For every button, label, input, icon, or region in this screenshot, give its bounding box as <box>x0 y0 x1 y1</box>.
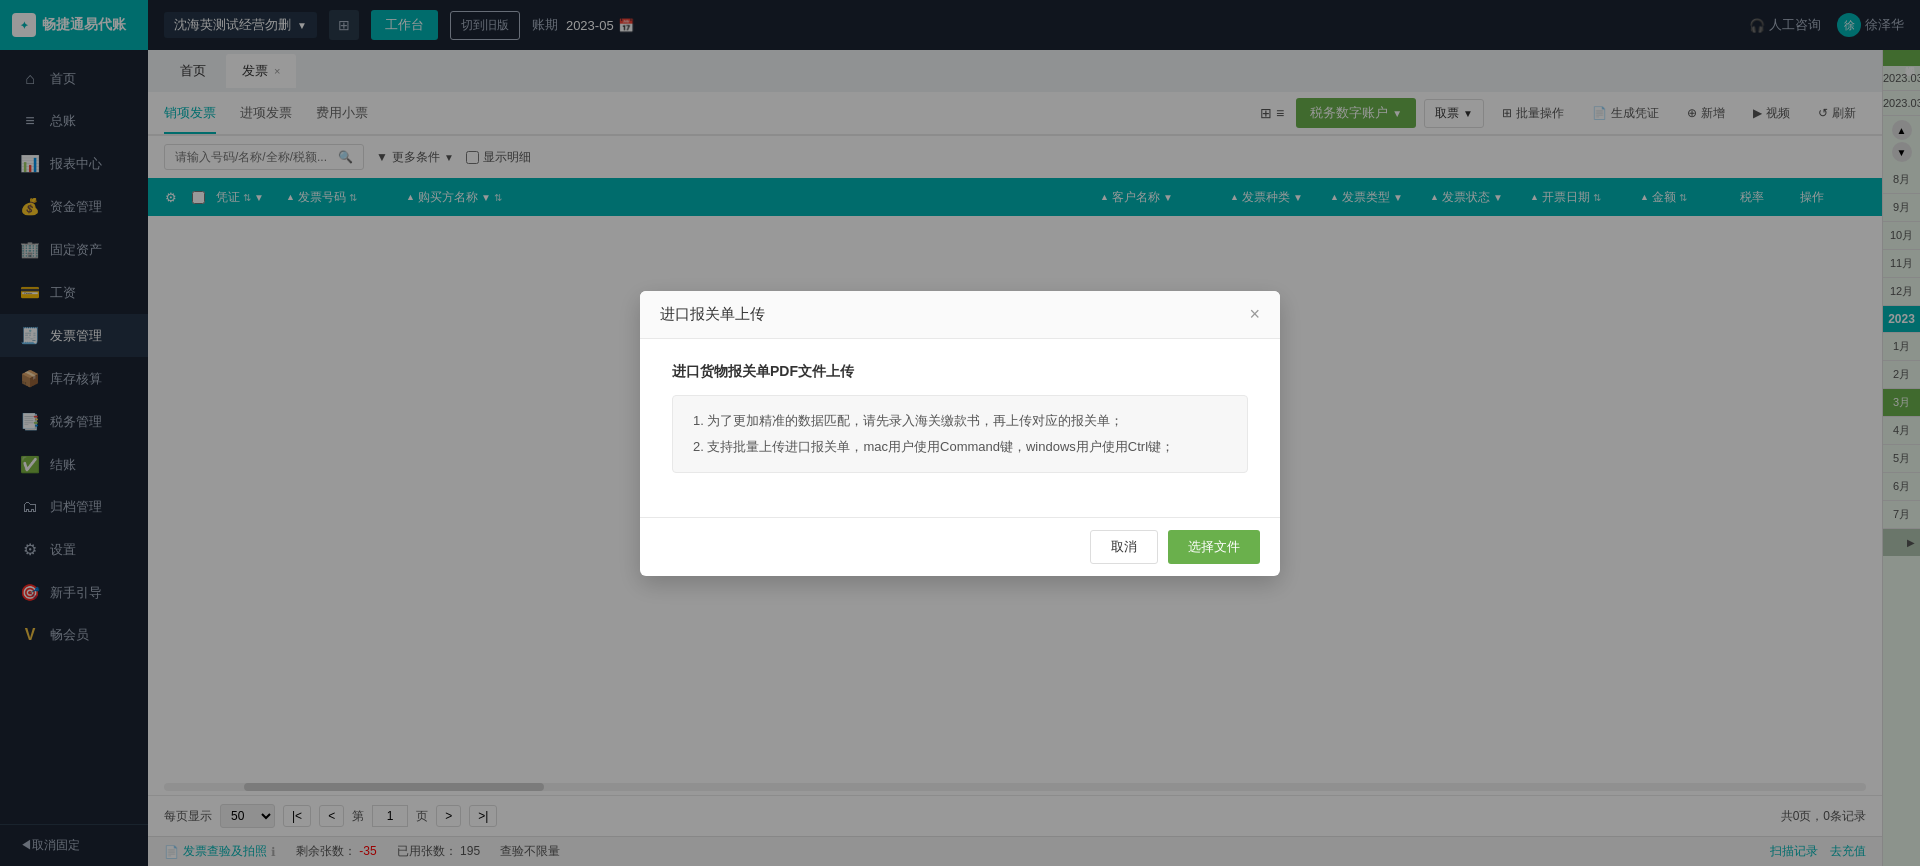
import-modal: 进口报关单上传 × 进口货物报关单PDF文件上传 1. 为了更加精准的数据匹配，… <box>640 291 1280 576</box>
select-file-button[interactable]: 选择文件 <box>1168 530 1260 564</box>
modal-info-text-1: 1. 为了更加精准的数据匹配，请先录入海关缴款书，再上传对应的报关单； <box>693 412 1123 430</box>
modal-info-text-2: 2. 支持批量上传进口报关单，mac用户使用Command键，windows用户… <box>693 438 1174 456</box>
modal-title: 进口报关单上传 <box>660 305 765 324</box>
cancel-button[interactable]: 取消 <box>1090 530 1158 564</box>
modal-overlay[interactable]: 进口报关单上传 × 进口货物报关单PDF文件上传 1. 为了更加精准的数据匹配，… <box>0 0 1920 866</box>
modal-info-box: 1. 为了更加精准的数据匹配，请先录入海关缴款书，再上传对应的报关单； 2. 支… <box>672 395 1248 473</box>
modal-header: 进口报关单上传 × <box>640 291 1280 339</box>
modal-footer: 取消 选择文件 <box>640 517 1280 576</box>
modal-section-title: 进口货物报关单PDF文件上传 <box>672 363 1248 381</box>
modal-info-item-2: 2. 支持批量上传进口报关单，mac用户使用Command键，windows用户… <box>693 438 1227 456</box>
modal-body: 进口货物报关单PDF文件上传 1. 为了更加精准的数据匹配，请先录入海关缴款书，… <box>640 339 1280 517</box>
modal-close-btn[interactable]: × <box>1249 305 1260 323</box>
modal-info-item-1: 1. 为了更加精准的数据匹配，请先录入海关缴款书，再上传对应的报关单； <box>693 412 1227 430</box>
